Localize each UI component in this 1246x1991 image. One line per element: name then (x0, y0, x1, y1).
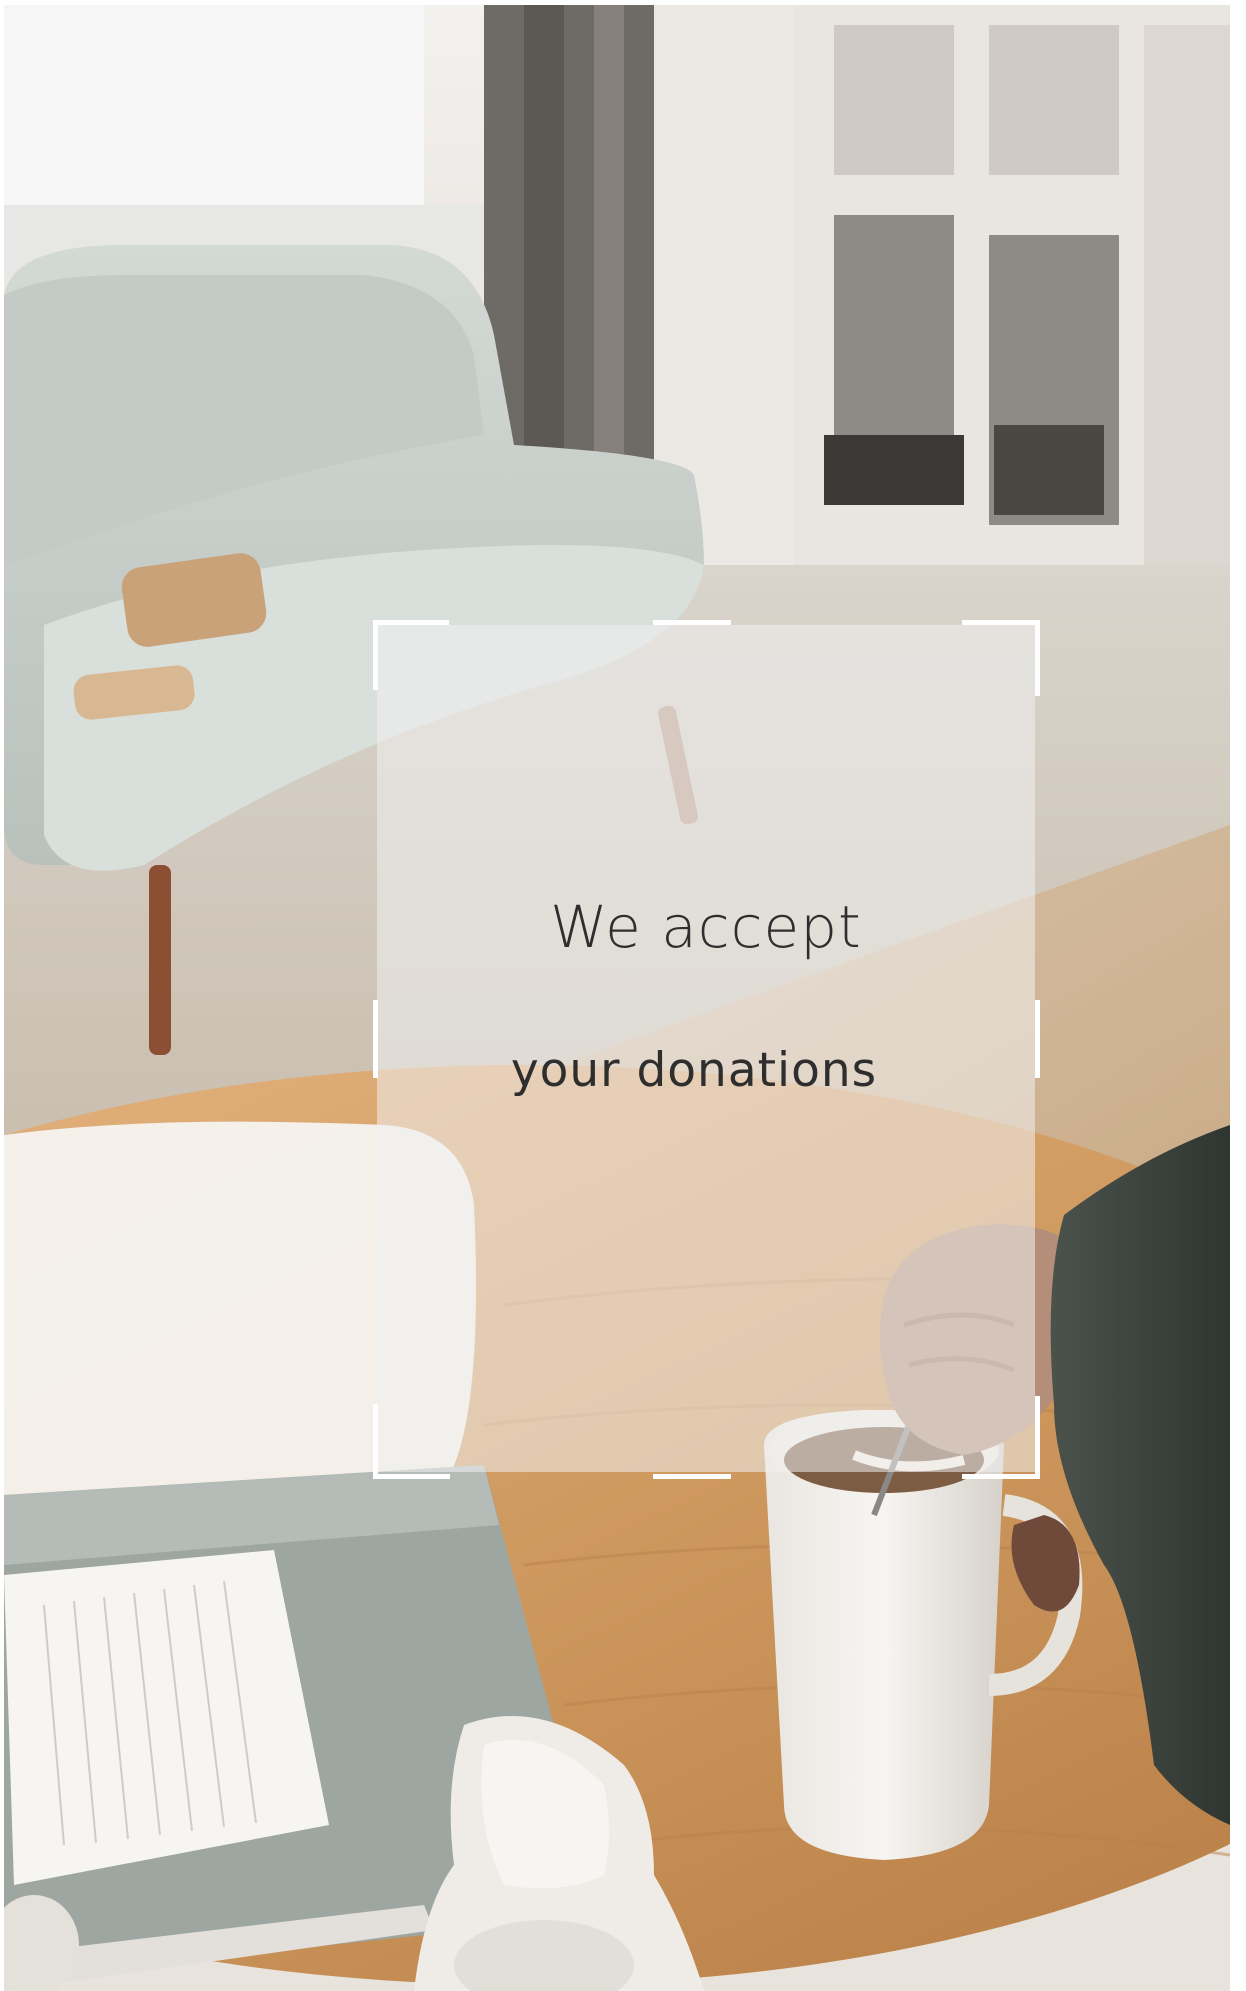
bracket-middle-right (1035, 1000, 1040, 1078)
headline: We accept your donations (377, 625, 1035, 1472)
bracket-top-right-vertical (1035, 620, 1040, 696)
bracket-bottom-left-horizontal (373, 1474, 450, 1479)
bracket-bottom-right-vertical (1035, 1396, 1040, 1479)
poster: We accept your donations (0, 0, 1246, 1991)
bracket-bottom-center (653, 1474, 731, 1479)
bracket-bottom-right-horizontal (962, 1474, 1040, 1479)
headline-line-1: We accept (550, 893, 862, 961)
headline-line-2: your donations (510, 1043, 878, 1098)
